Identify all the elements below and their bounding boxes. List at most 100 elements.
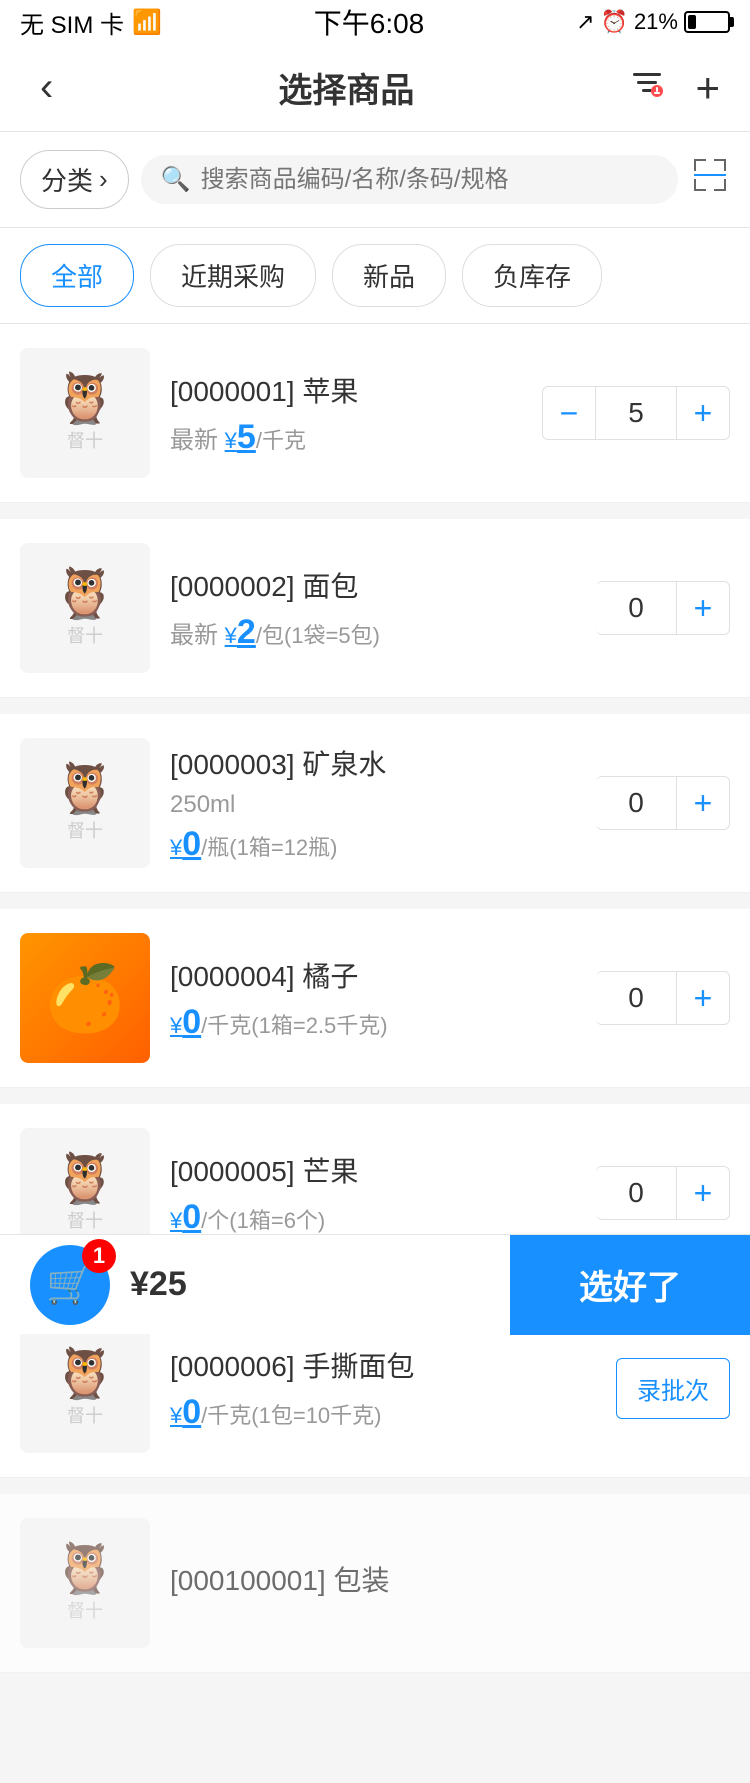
product-name: [0000005] 芒果 (170, 1150, 576, 1190)
nav-bar: ‹ 选择商品 + (0, 44, 750, 132)
product-price: 最新 ¥2/包(1袋=5包) (170, 613, 576, 652)
product-info: [0000006] 手撕面包 ¥0/千克(1包=10千克) (170, 1345, 596, 1432)
category-arrow: › (99, 164, 108, 195)
owl-text: 督十 (67, 1597, 103, 1623)
batch-button[interactable]: 录批次 (616, 1358, 730, 1419)
qty-control: + (596, 581, 730, 635)
qty-control: − + (542, 386, 730, 440)
orange-image: 🍊 (20, 933, 150, 1063)
owl-icon: 🦉 (54, 763, 116, 813)
cart-section: 🛒 1 ¥25 (0, 1245, 510, 1325)
owl-text: 督十 (67, 427, 103, 453)
owl-icon: 🦉 (54, 373, 116, 423)
search-input-wrap: 🔍 (141, 155, 678, 204)
qty-plus-button[interactable]: + (676, 971, 730, 1025)
alarm-icon: ⏰ (601, 9, 628, 35)
cart-button[interactable]: 🛒 1 (30, 1245, 110, 1325)
add-icon[interactable]: + (695, 64, 720, 112)
product-image: 🦉 督十 (20, 1518, 150, 1648)
qty-input[interactable] (596, 971, 676, 1025)
cart-total: ¥25 (130, 1265, 187, 1304)
qty-input[interactable] (596, 776, 676, 830)
owl-icon: 🦉 (54, 568, 116, 618)
wifi-icon: 📶 (132, 8, 162, 37)
bottom-bar: 🛒 1 ¥25 选好了 (0, 1234, 750, 1334)
product-info: [0000002] 面包 最新 ¥2/包(1袋=5包) (170, 565, 576, 652)
qty-plus-button[interactable]: + (676, 776, 730, 830)
product-name: [0000001] 苹果 (170, 370, 522, 410)
time-display: 下午6:08 (314, 2, 425, 42)
owl-icon: 🦉 (54, 1153, 116, 1203)
qty-minus-button[interactable]: − (542, 386, 596, 440)
owl-logo: 🦉 督十 (54, 763, 116, 843)
cart-icon: 🛒 (46, 1263, 93, 1307)
product-spec: 250ml (170, 791, 576, 819)
nav-actions: + (629, 64, 720, 112)
qty-input[interactable] (596, 1166, 676, 1220)
category-label: 分类 (41, 161, 93, 198)
owl-text: 督十 (67, 622, 103, 648)
product-info: [0000001] 苹果 最新 ¥5/千克 (170, 370, 522, 457)
qty-plus-button[interactable]: + (676, 581, 730, 635)
owl-icon: 🦉 (54, 1348, 116, 1398)
product-image: 🦉 督十 (20, 738, 150, 868)
owl-logo: 🦉 督十 (54, 1348, 116, 1428)
product-info: [0000005] 芒果 ¥0/个(1箱=6个) (170, 1150, 576, 1237)
filter-icon[interactable] (629, 65, 665, 110)
qty-control: + (596, 1166, 730, 1220)
qty-plus-button[interactable]: + (676, 1166, 730, 1220)
list-item: 🦉 督十 [000100001] 包装 (0, 1494, 750, 1673)
qty-input[interactable] (596, 386, 676, 440)
carrier-text: 无 SIM 卡 (20, 5, 124, 40)
product-info: [000100001] 包装 (170, 1559, 730, 1607)
product-name: [0000003] 矿泉水 (170, 743, 576, 783)
product-name: [0000006] 手撕面包 (170, 1345, 596, 1385)
battery-percent: 21% (634, 9, 678, 35)
qty-input[interactable] (596, 581, 676, 635)
product-price: 最新 ¥5/千克 (170, 418, 522, 457)
cart-badge: 1 (82, 1239, 116, 1273)
list-item: 🍊 [0000004] 橘子 ¥0/千克(1箱=2.5千克) + (0, 909, 750, 1088)
status-bar: 无 SIM 卡 📶 下午6:08 ↗ ⏰ 21% (0, 0, 750, 44)
product-price: ¥0/千克(1箱=2.5千克) (170, 1003, 576, 1042)
owl-text: 督十 (67, 1402, 103, 1428)
search-input[interactable] (201, 166, 658, 194)
owl-logo: 🦉 督十 (54, 1153, 116, 1233)
qty-control: + (596, 971, 730, 1025)
list-item: 🦉 督十 [0000003] 矿泉水 250ml ¥0/瓶(1箱=12瓶) + (0, 714, 750, 893)
owl-logo: 🦉 督十 (54, 373, 116, 453)
list-item: 🦉 督十 [0000002] 面包 最新 ¥2/包(1袋=5包) + (0, 519, 750, 698)
confirm-button[interactable]: 选好了 (510, 1235, 750, 1335)
back-button[interactable]: ‹ (30, 55, 63, 120)
scan-icon[interactable] (690, 155, 730, 204)
status-right: ↗ ⏰ 21% (576, 9, 730, 35)
product-info: [0000003] 矿泉水 250ml ¥0/瓶(1箱=12瓶) (170, 743, 576, 864)
product-image: 🦉 督十 (20, 543, 150, 673)
owl-text: 督十 (67, 817, 103, 843)
owl-logo: 🦉 督十 (54, 568, 116, 648)
tab-all[interactable]: 全部 (20, 244, 134, 307)
owl-logo: 🦉 督十 (54, 1543, 116, 1623)
product-price: ¥0/瓶(1箱=12瓶) (170, 825, 576, 864)
product-image: 🦉 督十 (20, 348, 150, 478)
status-left: 无 SIM 卡 📶 (20, 5, 162, 40)
owl-text: 督十 (67, 1207, 103, 1233)
product-name: [000100001] 包装 (170, 1559, 730, 1599)
tab-bar: 全部 近期采购 新品 负库存 (0, 228, 750, 324)
product-name: [0000002] 面包 (170, 565, 576, 605)
tab-recent[interactable]: 近期采购 (150, 244, 316, 307)
category-button[interactable]: 分类 › (20, 150, 129, 209)
product-name: [0000004] 橘子 (170, 955, 576, 995)
tab-new[interactable]: 新品 (332, 244, 446, 307)
search-bar: 分类 › 🔍 (0, 132, 750, 228)
product-image: 🍊 (20, 933, 150, 1063)
product-image: 🦉 督十 (20, 1323, 150, 1453)
search-icon: 🔍 (161, 165, 191, 194)
owl-icon: 🦉 (54, 1543, 116, 1593)
product-list: 🦉 督十 [0000001] 苹果 最新 ¥5/千克 − + 🦉 督十 [000… (0, 324, 750, 1783)
qty-plus-button[interactable]: + (676, 386, 730, 440)
product-price: ¥0/个(1箱=6个) (170, 1198, 576, 1237)
tab-negative[interactable]: 负库存 (462, 244, 602, 307)
page-title: 选择商品 (278, 63, 414, 112)
product-price: ¥0/千克(1包=10千克) (170, 1393, 596, 1432)
